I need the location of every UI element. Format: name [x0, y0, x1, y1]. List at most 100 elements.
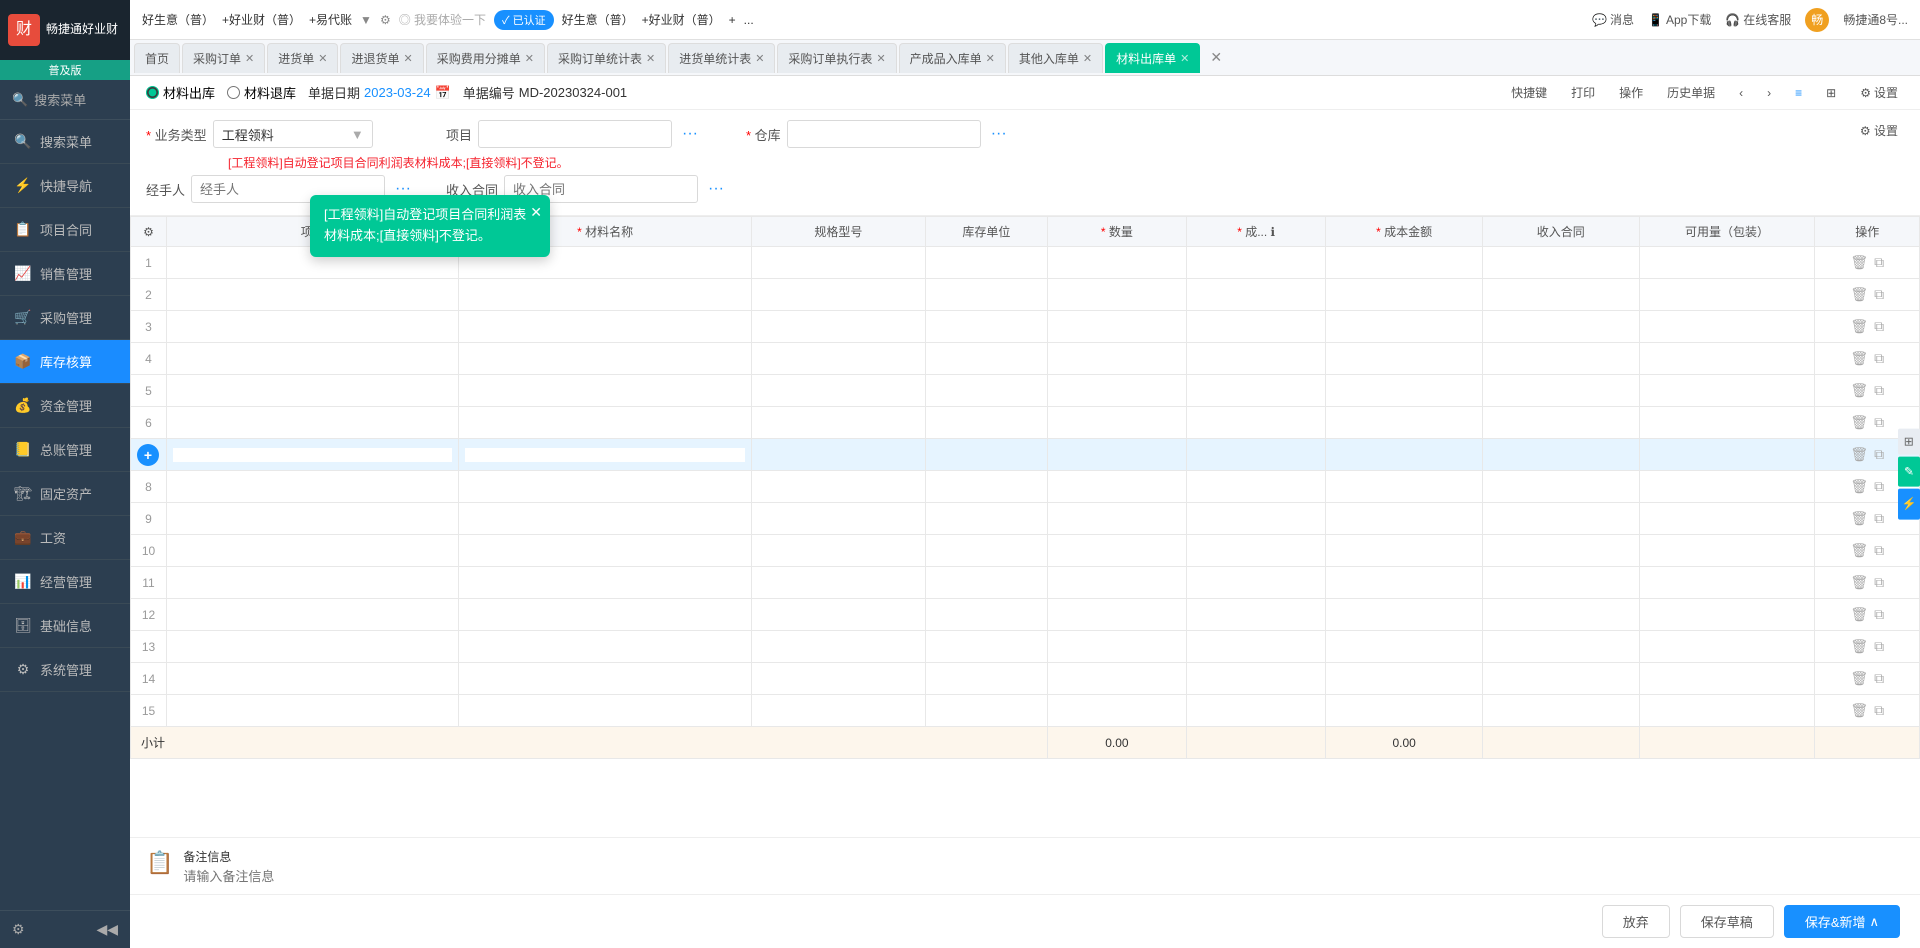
- cell-qty-11[interactable]: [1047, 567, 1186, 599]
- copy-icon-7[interactable]: ⧉: [1874, 446, 1884, 463]
- cell-unit-14[interactable]: [925, 663, 1047, 695]
- copy-icon-1[interactable]: ⧉: [1874, 254, 1884, 271]
- cell-available-14[interactable]: [1639, 663, 1815, 695]
- radio-material-out[interactable]: 材料出库: [146, 83, 215, 102]
- cell-unit-12[interactable]: [925, 599, 1047, 631]
- tab-close-purchase_order[interactable]: ✕: [245, 52, 254, 65]
- sidebar-item-inventory[interactable]: 📦库存核算: [0, 340, 130, 384]
- delete-icon-12[interactable]: 🗑: [1850, 606, 1868, 623]
- cell-unit-8[interactable]: [925, 471, 1047, 503]
- form-settings-btn[interactable]: ⚙ 设置: [1854, 120, 1904, 141]
- sidebar-item-quick[interactable]: ⚡快捷导航: [0, 164, 130, 208]
- cell-available-15[interactable]: [1639, 695, 1815, 727]
- topbar-right-link-2[interactable]: +好业财（普）: [642, 11, 721, 28]
- topbar-more-icon[interactable]: ▼: [360, 13, 372, 27]
- sidebar-item-sales[interactable]: 📈销售管理: [0, 252, 130, 296]
- cell-item-9[interactable]: [167, 503, 459, 535]
- cell-item-13[interactable]: [167, 631, 459, 663]
- delete-icon-4[interactable]: 🗑: [1850, 350, 1868, 367]
- delete-icon-15[interactable]: 🗑: [1850, 702, 1868, 719]
- sidebar-item-search[interactable]: 🔍搜索菜单: [0, 120, 130, 164]
- cell-contract-6[interactable]: [1482, 407, 1639, 439]
- save-new-button[interactable]: 保存&新增 ∧: [1784, 905, 1900, 938]
- cell-cost-8[interactable]: [1187, 471, 1326, 503]
- cell-qty-5[interactable]: [1047, 375, 1186, 407]
- biz-type-select[interactable]: 工程领料 ▼: [213, 120, 373, 148]
- cell-qty-13[interactable]: [1047, 631, 1186, 663]
- tab-close-inbound_stat[interactable]: ✕: [755, 52, 764, 65]
- date-value[interactable]: 2023-03-24: [364, 85, 431, 100]
- project-dots[interactable]: ···: [682, 126, 698, 142]
- cell-material-8[interactable]: [459, 471, 751, 503]
- history-btn[interactable]: 历史单据: [1661, 82, 1721, 103]
- copy-icon-4[interactable]: ⧉: [1874, 350, 1884, 367]
- nav-prev-btn[interactable]: ‹: [1733, 84, 1749, 102]
- operate-btn[interactable]: 操作: [1613, 82, 1649, 103]
- cell-cost-4[interactable]: [1187, 343, 1326, 375]
- cell-qty-8[interactable]: [1047, 471, 1186, 503]
- cell-contract-9[interactable]: [1482, 503, 1639, 535]
- cell-spec-7[interactable]: [751, 439, 925, 471]
- cell-material-12[interactable]: [459, 599, 751, 631]
- cell-available-9[interactable]: [1639, 503, 1815, 535]
- cell-available-8[interactable]: [1639, 471, 1815, 503]
- settings-btn[interactable]: ⚙ 设置: [1854, 82, 1904, 103]
- cell-available-6[interactable]: [1639, 407, 1815, 439]
- cell-spec-14[interactable]: [751, 663, 925, 695]
- copy-icon-15[interactable]: ⧉: [1874, 702, 1884, 719]
- cell-spec-8[interactable]: [751, 471, 925, 503]
- copy-icon-8[interactable]: ⧉: [1874, 478, 1884, 495]
- cell-available-7[interactable]: [1639, 439, 1815, 471]
- cell-contract-10[interactable]: [1482, 535, 1639, 567]
- cell-unit-3[interactable]: [925, 311, 1047, 343]
- cell-item-3[interactable]: [167, 311, 459, 343]
- cell-qty-6[interactable]: [1047, 407, 1186, 439]
- cell-spec-9[interactable]: [751, 503, 925, 535]
- delete-icon-10[interactable]: 🗑: [1850, 542, 1868, 559]
- cell-amount-11[interactable]: [1326, 567, 1483, 599]
- delete-icon-8[interactable]: 🗑: [1850, 478, 1868, 495]
- copy-icon-12[interactable]: ⧉: [1874, 606, 1884, 623]
- cell-material-15[interactable]: [459, 695, 751, 727]
- cell-spec-6[interactable]: [751, 407, 925, 439]
- tab-purchase_exec[interactable]: 采购订单执行表✕: [777, 43, 896, 73]
- cell-unit-10[interactable]: [925, 535, 1047, 567]
- cell-available-1[interactable]: [1639, 247, 1815, 279]
- cell-qty-12[interactable]: [1047, 599, 1186, 631]
- user-name[interactable]: 畅捷通8号...: [1843, 11, 1908, 28]
- tab-purchase_stat[interactable]: 采购订单统计表✕: [547, 43, 666, 73]
- edge-btn-1[interactable]: ⊞: [1898, 429, 1920, 455]
- cell-available-3[interactable]: [1639, 311, 1815, 343]
- cell-spec-10[interactable]: [751, 535, 925, 567]
- cell-amount-12[interactable]: [1326, 599, 1483, 631]
- cell-qty-14[interactable]: [1047, 663, 1186, 695]
- cell-available-11[interactable]: [1639, 567, 1815, 599]
- copy-icon-3[interactable]: ⧉: [1874, 318, 1884, 335]
- edge-btn-3[interactable]: ⚡: [1898, 489, 1920, 520]
- cell-contract-11[interactable]: [1482, 567, 1639, 599]
- topbar-right-link-1[interactable]: 好生意（普）: [562, 11, 634, 28]
- cell-contract-5[interactable]: [1482, 375, 1639, 407]
- sidebar-search[interactable]: 🔍 搜索菜单: [0, 80, 130, 120]
- copy-icon-9[interactable]: ⧉: [1874, 510, 1884, 527]
- cell-spec-3[interactable]: [751, 311, 925, 343]
- tab-inbound_stat[interactable]: 进货单统计表✕: [668, 43, 775, 73]
- cell-contract-12[interactable]: [1482, 599, 1639, 631]
- edge-btn-2[interactable]: ✎: [1898, 457, 1920, 487]
- cell-qty-15[interactable]: [1047, 695, 1186, 727]
- cell-unit-15[interactable]: [925, 695, 1047, 727]
- cell-qty-10[interactable]: [1047, 535, 1186, 567]
- tab-inbound_return[interactable]: 进退货单✕: [340, 43, 423, 73]
- cell-item-8[interactable]: [167, 471, 459, 503]
- cell-unit-5[interactable]: [925, 375, 1047, 407]
- cell-cost-6[interactable]: [1187, 407, 1326, 439]
- cell-amount-8[interactable]: [1326, 471, 1483, 503]
- cell-contract-2[interactable]: [1482, 279, 1639, 311]
- delete-icon-3[interactable]: 🗑: [1850, 318, 1868, 335]
- topbar-settings-icon[interactable]: ⚙: [380, 13, 391, 27]
- delete-icon-11[interactable]: 🗑: [1850, 574, 1868, 591]
- delete-icon-1[interactable]: 🗑: [1850, 254, 1868, 271]
- collapse-icon[interactable]: ◀◀: [96, 921, 118, 938]
- cell-cost-3[interactable]: [1187, 311, 1326, 343]
- cell-qty-1[interactable]: [1047, 247, 1186, 279]
